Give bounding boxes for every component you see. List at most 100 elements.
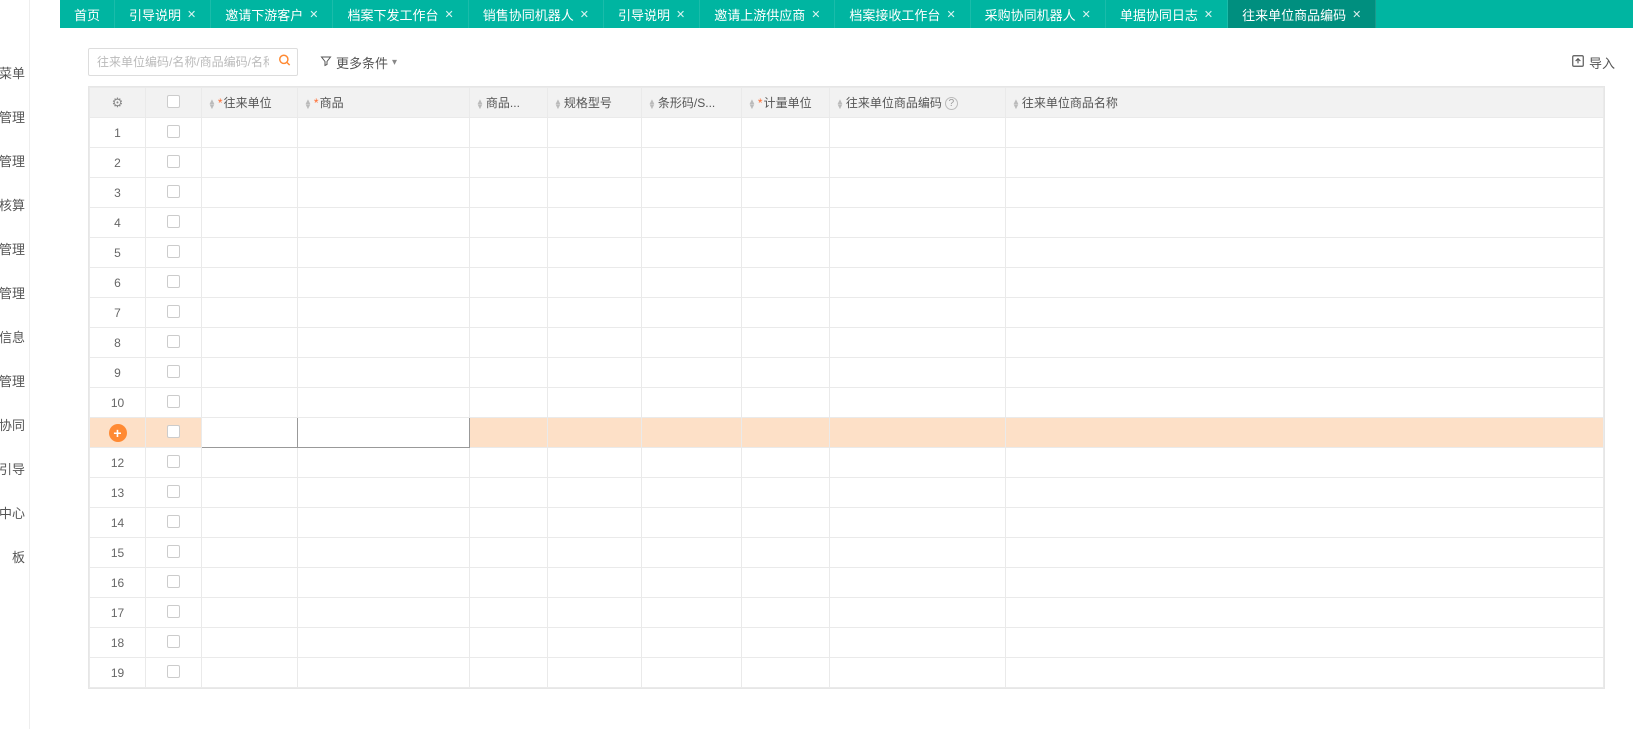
cell[interactable] [298, 328, 470, 358]
cell[interactable] [470, 298, 548, 328]
search-input[interactable] [88, 48, 298, 76]
checkbox[interactable] [167, 575, 180, 588]
checkbox[interactable] [167, 635, 180, 648]
close-icon[interactable]: ✕ [946, 8, 955, 21]
cell[interactable] [202, 118, 298, 148]
cell[interactable] [742, 178, 830, 208]
cell[interactable] [548, 658, 642, 688]
help-icon[interactable]: ? [945, 97, 958, 110]
cell[interactable] [1006, 238, 1604, 268]
cell[interactable] [642, 448, 742, 478]
cell[interactable] [642, 358, 742, 388]
cell[interactable] [548, 148, 642, 178]
cell[interactable] [742, 328, 830, 358]
table-row[interactable]: + [90, 418, 1604, 448]
sidebar-item[interactable]: 板 [0, 534, 29, 578]
table-row[interactable]: 2 [90, 148, 1604, 178]
cell[interactable] [202, 388, 298, 418]
cell[interactable] [830, 448, 1006, 478]
cell[interactable] [202, 268, 298, 298]
sidebar-item[interactable]: 核算 [0, 182, 29, 226]
cell[interactable] [742, 418, 830, 448]
search-icon[interactable] [278, 54, 292, 71]
checkbox[interactable] [167, 155, 180, 168]
tab[interactable]: 档案接收工作台✕ [835, 0, 970, 28]
checkbox[interactable] [167, 275, 180, 288]
cell[interactable] [202, 328, 298, 358]
cell[interactable] [642, 238, 742, 268]
table-row[interactable]: 7 [90, 298, 1604, 328]
cell[interactable] [202, 418, 298, 448]
cell[interactable] [830, 388, 1006, 418]
cell[interactable] [830, 478, 1006, 508]
header-barcode[interactable]: ▲▼条形码/S... [642, 88, 742, 118]
cell[interactable] [642, 658, 742, 688]
sidebar-item[interactable]: 信息 [0, 314, 29, 358]
close-icon[interactable]: ✕ [445, 8, 454, 21]
sidebar-item[interactable]: 管理 [0, 226, 29, 270]
table-row[interactable]: 13 [90, 478, 1604, 508]
cell[interactable] [298, 178, 470, 208]
cell[interactable] [642, 568, 742, 598]
cell[interactable] [742, 148, 830, 178]
cell[interactable] [1006, 148, 1604, 178]
cell[interactable] [470, 418, 548, 448]
checkbox[interactable] [167, 245, 180, 258]
cell[interactable] [548, 448, 642, 478]
cell[interactable] [642, 478, 742, 508]
cell[interactable] [742, 568, 830, 598]
checkbox[interactable] [167, 395, 180, 408]
tab[interactable]: 销售协同机器人✕ [469, 0, 604, 28]
cell[interactable] [742, 238, 830, 268]
cell[interactable] [1006, 118, 1604, 148]
cell[interactable] [202, 598, 298, 628]
cell[interactable] [548, 298, 642, 328]
cell[interactable] [1006, 328, 1604, 358]
cell[interactable] [202, 508, 298, 538]
cell[interactable] [830, 118, 1006, 148]
cell[interactable] [470, 598, 548, 628]
cell[interactable] [642, 598, 742, 628]
cell[interactable] [298, 538, 470, 568]
cell[interactable] [202, 658, 298, 688]
cell[interactable] [470, 478, 548, 508]
cell[interactable] [742, 118, 830, 148]
table-row[interactable]: 14 [90, 508, 1604, 538]
cell[interactable] [1006, 358, 1604, 388]
table-row[interactable]: 3 [90, 178, 1604, 208]
cell[interactable] [830, 268, 1006, 298]
cell[interactable] [202, 238, 298, 268]
cell[interactable] [470, 508, 548, 538]
cell[interactable] [470, 268, 548, 298]
cell[interactable] [548, 508, 642, 538]
cell[interactable] [470, 538, 548, 568]
checkbox[interactable] [167, 185, 180, 198]
cell[interactable] [470, 388, 548, 418]
checkbox[interactable] [167, 455, 180, 468]
cell[interactable] [548, 628, 642, 658]
cell[interactable] [548, 478, 642, 508]
cell[interactable] [202, 298, 298, 328]
checkbox[interactable] [167, 305, 180, 318]
checkbox[interactable] [167, 665, 180, 678]
cell[interactable] [642, 328, 742, 358]
cell[interactable] [202, 358, 298, 388]
checkbox[interactable] [167, 425, 180, 438]
header-product[interactable]: ▲▼*商品 [298, 88, 470, 118]
cell[interactable] [548, 388, 642, 418]
cell[interactable] [1006, 178, 1604, 208]
close-icon[interactable]: ✕ [676, 8, 685, 21]
cell[interactable] [470, 628, 548, 658]
cell[interactable] [298, 268, 470, 298]
cell[interactable] [548, 268, 642, 298]
cell[interactable] [642, 118, 742, 148]
cell[interactable] [470, 358, 548, 388]
cell[interactable] [830, 298, 1006, 328]
cell[interactable] [470, 328, 548, 358]
cell[interactable] [742, 388, 830, 418]
table-row[interactable]: 9 [90, 358, 1604, 388]
table-row[interactable]: 19 [90, 658, 1604, 688]
checkbox[interactable] [167, 215, 180, 228]
cell[interactable] [830, 208, 1006, 238]
close-icon[interactable]: ✕ [1204, 8, 1213, 21]
